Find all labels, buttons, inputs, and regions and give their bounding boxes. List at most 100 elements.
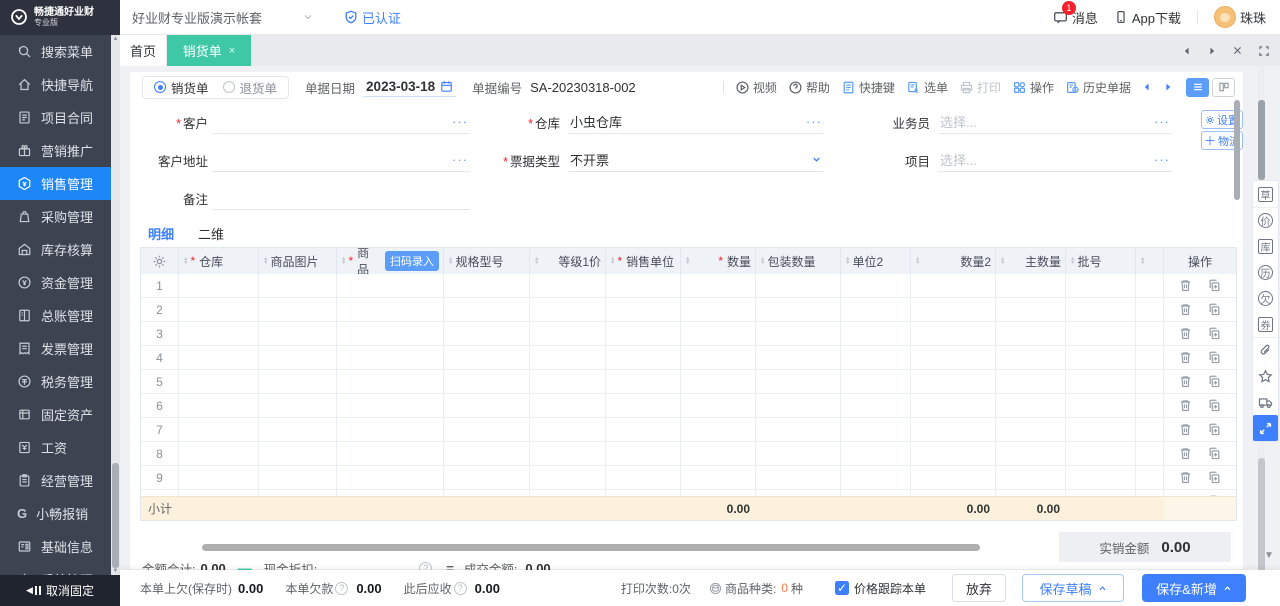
- delete-row-icon[interactable]: [1178, 470, 1193, 485]
- cell-quantity[interactable]: [681, 490, 756, 496]
- radio-sales-order[interactable]: 销货单: [154, 78, 209, 97]
- gear-icon[interactable]: [152, 254, 167, 269]
- tab-scroll-right-icon[interactable]: [1207, 46, 1217, 56]
- cell-package_qty[interactable]: [756, 394, 841, 417]
- cell-main_qty[interactable]: [996, 442, 1066, 465]
- warehouse-picker-icon[interactable]: ···: [806, 114, 822, 129]
- delete-row-icon[interactable]: [1178, 350, 1193, 365]
- sidebar-item-xiaochang-expense[interactable]: G 小畅报销: [0, 497, 120, 530]
- cell-sales_unit[interactable]: [606, 322, 681, 345]
- cell-product_image[interactable]: [259, 466, 337, 489]
- sort-icons[interactable]: ▲ ▼: [685, 256, 690, 266]
- sidebar-item-basic-info[interactable]: 基础信息: [0, 530, 120, 563]
- price-shield-icon[interactable]: 价: [1253, 207, 1278, 233]
- attachment-icon[interactable]: [1253, 337, 1278, 363]
- save-and-new-button[interactable]: 保存&新增: [1142, 574, 1246, 602]
- delete-row-icon[interactable]: [1178, 326, 1193, 341]
- copy-row-icon[interactable]: [1207, 398, 1222, 413]
- tab-scroll-left-icon[interactable]: [1182, 46, 1192, 56]
- sort-icons[interactable]: ▲ ▼: [845, 256, 850, 266]
- cell-product_image[interactable]: [259, 394, 337, 417]
- cell-warehouse[interactable]: [179, 346, 259, 369]
- cell-product[interactable]: [337, 370, 444, 393]
- history-orders-button[interactable]: 历史单据: [1065, 79, 1131, 96]
- cell-batch_no[interactable]: [1066, 274, 1136, 297]
- cell-product_image[interactable]: [259, 346, 337, 369]
- expand-icon[interactable]: [1253, 415, 1278, 441]
- cell-product[interactable]: [337, 346, 444, 369]
- column-header-sales_unit[interactable]: ▲ ▼ * 销售单位: [606, 248, 681, 274]
- table-vertical-scroll-thumb[interactable]: [1234, 100, 1240, 200]
- main-scroll-thumb[interactable]: [1258, 100, 1265, 180]
- cell-grade1_price[interactable]: [530, 322, 606, 345]
- column-header-product_image[interactable]: ▲ ▼ 商品图片: [259, 248, 337, 274]
- cell-product_image[interactable]: [259, 298, 337, 321]
- copy-row-icon[interactable]: [1207, 326, 1222, 341]
- cell-product_image[interactable]: [259, 418, 337, 441]
- draft-icon[interactable]: 草: [1253, 181, 1278, 207]
- next-order-icon[interactable]: [1163, 82, 1173, 92]
- address-picker-icon[interactable]: ···: [452, 152, 468, 167]
- save-draft-button[interactable]: 保存草稿: [1022, 574, 1124, 602]
- help-button[interactable]: 帮助: [788, 79, 830, 96]
- cell-extra[interactable]: [1136, 394, 1164, 417]
- cell-warehouse[interactable]: [179, 322, 259, 345]
- cell-unit2[interactable]: [841, 442, 911, 465]
- delete-row-icon[interactable]: [1178, 278, 1193, 293]
- cell-spec_model[interactable]: [444, 370, 530, 393]
- copy-row-icon[interactable]: [1207, 470, 1222, 485]
- cell-grade1_price[interactable]: [530, 370, 606, 393]
- pick-order-button[interactable]: 选单: [906, 79, 948, 96]
- cell-quantity2[interactable]: [911, 298, 996, 321]
- cell-product_image[interactable]: [259, 274, 337, 297]
- cell-extra[interactable]: [1136, 466, 1164, 489]
- cell-grade1_price[interactable]: [530, 490, 606, 496]
- cell-quantity[interactable]: [681, 466, 756, 489]
- column-header-extra[interactable]: ▲ ▼: [1136, 248, 1164, 274]
- cell-sales_unit[interactable]: [606, 274, 681, 297]
- history-icon[interactable]: 历: [1253, 259, 1278, 285]
- cell-product[interactable]: [337, 394, 444, 417]
- salesman-picker-icon[interactable]: ···: [1154, 114, 1170, 129]
- sidebar-item-inventory-accounting[interactable]: 库存核算: [0, 233, 120, 266]
- cell-warehouse[interactable]: [179, 394, 259, 417]
- cell-quantity[interactable]: [681, 298, 756, 321]
- column-header-package_qty[interactable]: ▲ ▼ 包装数量: [756, 248, 841, 274]
- cell-quantity[interactable]: [681, 442, 756, 465]
- cell-main_qty[interactable]: [996, 346, 1066, 369]
- cell-warehouse[interactable]: [179, 490, 259, 496]
- cell-product[interactable]: [337, 298, 444, 321]
- cell-product[interactable]: [337, 466, 444, 489]
- sort-icons[interactable]: ▲ ▼: [610, 256, 615, 266]
- cell-unit2[interactable]: [841, 274, 911, 297]
- cell-product[interactable]: [337, 274, 444, 297]
- account-set-selector[interactable]: 好业财专业版演示帐套: [132, 8, 314, 27]
- cell-quantity[interactable]: [681, 418, 756, 441]
- cell-package_qty[interactable]: [756, 298, 841, 321]
- cell-main_qty[interactable]: [996, 466, 1066, 489]
- salesman-input[interactable]: 选择... ···: [938, 111, 1172, 134]
- cell-warehouse[interactable]: [179, 298, 259, 321]
- cell-main_qty[interactable]: [996, 418, 1066, 441]
- column-header-quantity2[interactable]: ▲ ▼ 数量2: [911, 248, 996, 274]
- cell-unit2[interactable]: [841, 370, 911, 393]
- app-download-button[interactable]: App下载: [1114, 8, 1181, 27]
- sidebar-item-sales-mgmt[interactable]: 销售管理: [0, 167, 120, 200]
- operations-button[interactable]: 操作: [1012, 79, 1054, 96]
- cell-quantity2[interactable]: [911, 322, 996, 345]
- user-menu[interactable]: 珠珠: [1213, 6, 1266, 28]
- cell-product_image[interactable]: [259, 370, 337, 393]
- cell-grade1_price[interactable]: [530, 442, 606, 465]
- copy-row-icon[interactable]: [1207, 494, 1222, 496]
- coupon-icon[interactable]: 券: [1253, 311, 1278, 337]
- cell-batch_no[interactable]: [1066, 346, 1136, 369]
- tab-home[interactable]: 首页: [120, 35, 166, 66]
- cell-grade1_price[interactable]: [530, 298, 606, 321]
- cell-quantity2[interactable]: [911, 466, 996, 489]
- cell-sales_unit[interactable]: [606, 466, 681, 489]
- customer-address-input[interactable]: ···: [212, 149, 470, 172]
- prev-order-icon[interactable]: [1142, 82, 1152, 92]
- sort-icons[interactable]: ▲ ▼: [1140, 256, 1145, 266]
- copy-row-icon[interactable]: [1207, 350, 1222, 365]
- sort-icons[interactable]: ▲ ▼: [760, 256, 765, 266]
